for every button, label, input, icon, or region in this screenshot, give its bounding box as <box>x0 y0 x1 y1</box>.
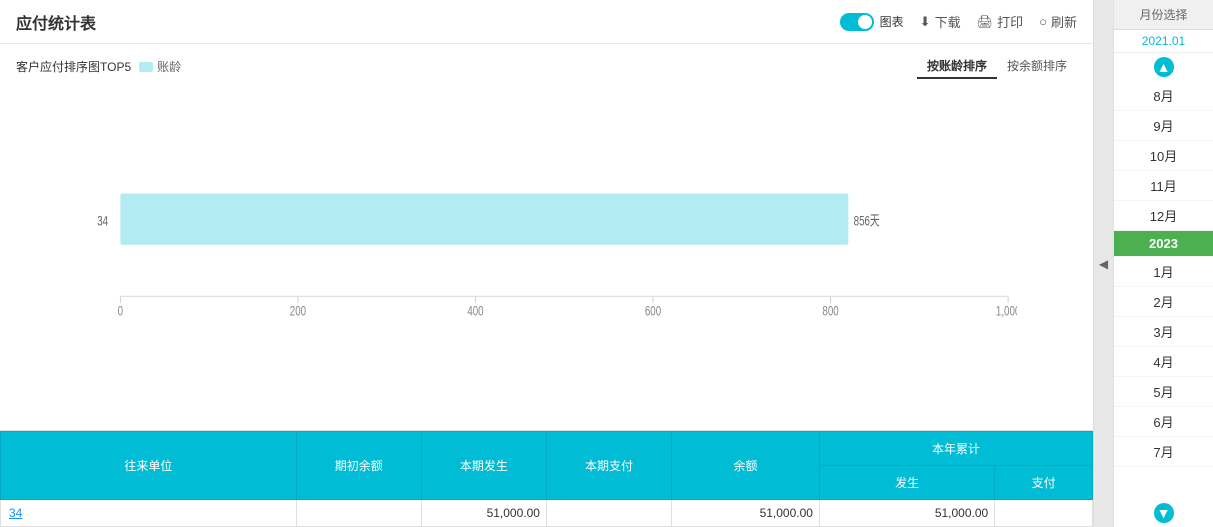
right-panel: ◀ 月份选择 2021.01 ▲ 8月9月10月11月12月20231月2月3月… <box>1093 0 1213 527</box>
table-section: 往来单位 期初余额 本期发生 本期支付 余额 本年累计 发生 支付 34 51,… <box>0 430 1093 527</box>
page-header: 应付统计表 图表 ⬇ 下载 🖨 打印 ○ 刷新 <box>0 0 1093 44</box>
col-annual-label: 本年累计 <box>819 432 1092 466</box>
x-label-600: 600 <box>645 303 661 319</box>
chart-bar-end-label: 856天 <box>854 213 880 229</box>
cell-balance: 51,000.00 <box>672 500 820 527</box>
col-period-occur: 本期发生 <box>421 432 546 500</box>
download-label: 下载 <box>935 12 961 31</box>
col-annual-occur: 发生 <box>819 466 994 500</box>
legend-dot <box>139 62 153 72</box>
month-item[interactable]: 7月 <box>1114 437 1213 467</box>
download-icon: ⬇ <box>920 14 931 30</box>
legend-item-bar: 账龄 <box>139 58 181 75</box>
x-label-400: 400 <box>467 303 483 319</box>
month-item[interactable]: 8月 <box>1114 81 1213 111</box>
month-list: 8月9月10月11月12月20231月2月3月4月5月6月7月 <box>1114 81 1213 499</box>
x-label-0: 0 <box>118 303 124 319</box>
cell-period-occur: 51,000.00 <box>421 500 546 527</box>
cell-period-pay <box>546 500 671 527</box>
month-item[interactable]: 2月 <box>1114 287 1213 317</box>
chart-bar <box>120 193 848 244</box>
sidebar-nav-down: ▼ <box>1114 499 1213 527</box>
chart-area: 34 856天 0 200 400 600 800 1,000 <box>16 87 1077 420</box>
data-table: 往来单位 期初余额 本期发生 本期支付 余额 本年累计 发生 支付 34 51,… <box>0 431 1093 527</box>
refresh-label: 刷新 <box>1051 12 1077 31</box>
sidebar-nav-up: ▲ <box>1114 53 1213 81</box>
cell-period-balance <box>296 500 421 527</box>
table-row: 34 51,000.00 51,000.00 51,000.00 <box>1 500 1093 527</box>
print-button[interactable]: 🖨 打印 <box>977 12 1024 31</box>
col-period-pay: 本期支付 <box>546 432 671 500</box>
sort-by-amount-button[interactable]: 按余额排序 <box>997 54 1077 79</box>
download-button[interactable]: ⬇ 下载 <box>920 12 961 31</box>
chart-toggle-wrap: 图表 <box>840 13 904 31</box>
x-label-800: 800 <box>822 303 838 319</box>
month-item[interactable]: 6月 <box>1114 407 1213 437</box>
month-item[interactable]: 4月 <box>1114 347 1213 377</box>
sort-by-balance-button[interactable]: 按账龄排序 <box>917 54 997 79</box>
sidebar-header: 月份选择 <box>1114 0 1213 30</box>
chart-legend-label: 客户应付排序图TOP5 <box>16 58 131 75</box>
month-item[interactable]: 1月 <box>1114 257 1213 287</box>
chart-y-label: 34 <box>97 213 108 229</box>
sidebar-collapse-button[interactable]: ◀ <box>1093 0 1113 527</box>
month-item[interactable]: 5月 <box>1114 377 1213 407</box>
month-item[interactable]: 3月 <box>1114 317 1213 347</box>
month-item[interactable]: 10月 <box>1114 141 1213 171</box>
page-title: 应付统计表 <box>16 10 96 34</box>
chart-section: 客户应付排序图TOP5 账龄 按账龄排序 按余额排序 34 856天 <box>0 44 1093 430</box>
refresh-icon: ○ <box>1039 14 1047 29</box>
legend-bar-label: 账龄 <box>157 58 181 75</box>
print-label: 打印 <box>997 12 1023 31</box>
collapse-icon: ◀ <box>1099 257 1108 271</box>
chart-toggle[interactable] <box>840 13 874 31</box>
col-period-balance: 期初余额 <box>296 432 421 500</box>
cell-annual-pay <box>995 500 1093 527</box>
col-balance: 余额 <box>672 432 820 500</box>
month-down-button[interactable]: ▼ <box>1154 503 1174 523</box>
month-item[interactable]: 2023 <box>1114 231 1213 257</box>
month-up-button[interactable]: ▲ <box>1154 57 1174 77</box>
x-label-1000: 1,000 <box>996 303 1017 319</box>
x-label-200: 200 <box>290 303 306 319</box>
month-item[interactable]: 9月 <box>1114 111 1213 141</box>
toggle-label: 图表 <box>880 13 904 30</box>
month-item[interactable]: 11月 <box>1114 171 1213 201</box>
col-annual-pay: 支付 <box>995 466 1093 500</box>
cell-annual-occur: 51,000.00 <box>819 500 994 527</box>
print-icon: 🖨 <box>977 14 994 30</box>
refresh-button[interactable]: ○ 刷新 <box>1039 12 1077 31</box>
chart-sort-buttons: 按账龄排序 按余额排序 <box>917 54 1077 79</box>
col-from-unit: 往来单位 <box>1 432 297 500</box>
bar-chart-svg: 34 856天 0 200 400 600 800 1,000 <box>76 97 1017 380</box>
month-sidebar: 月份选择 2021.01 ▲ 8月9月10月11月12月20231月2月3月4月… <box>1113 0 1213 527</box>
sidebar-year-display[interactable]: 2021.01 <box>1114 30 1213 53</box>
chart-header: 客户应付排序图TOP5 账龄 按账龄排序 按余额排序 <box>16 54 1077 79</box>
month-item[interactable]: 12月 <box>1114 201 1213 231</box>
chart-legend: 客户应付排序图TOP5 账龄 <box>16 58 181 75</box>
header-actions: 图表 ⬇ 下载 🖨 打印 ○ 刷新 <box>840 12 1077 31</box>
cell-from-unit[interactable]: 34 <box>1 500 297 527</box>
